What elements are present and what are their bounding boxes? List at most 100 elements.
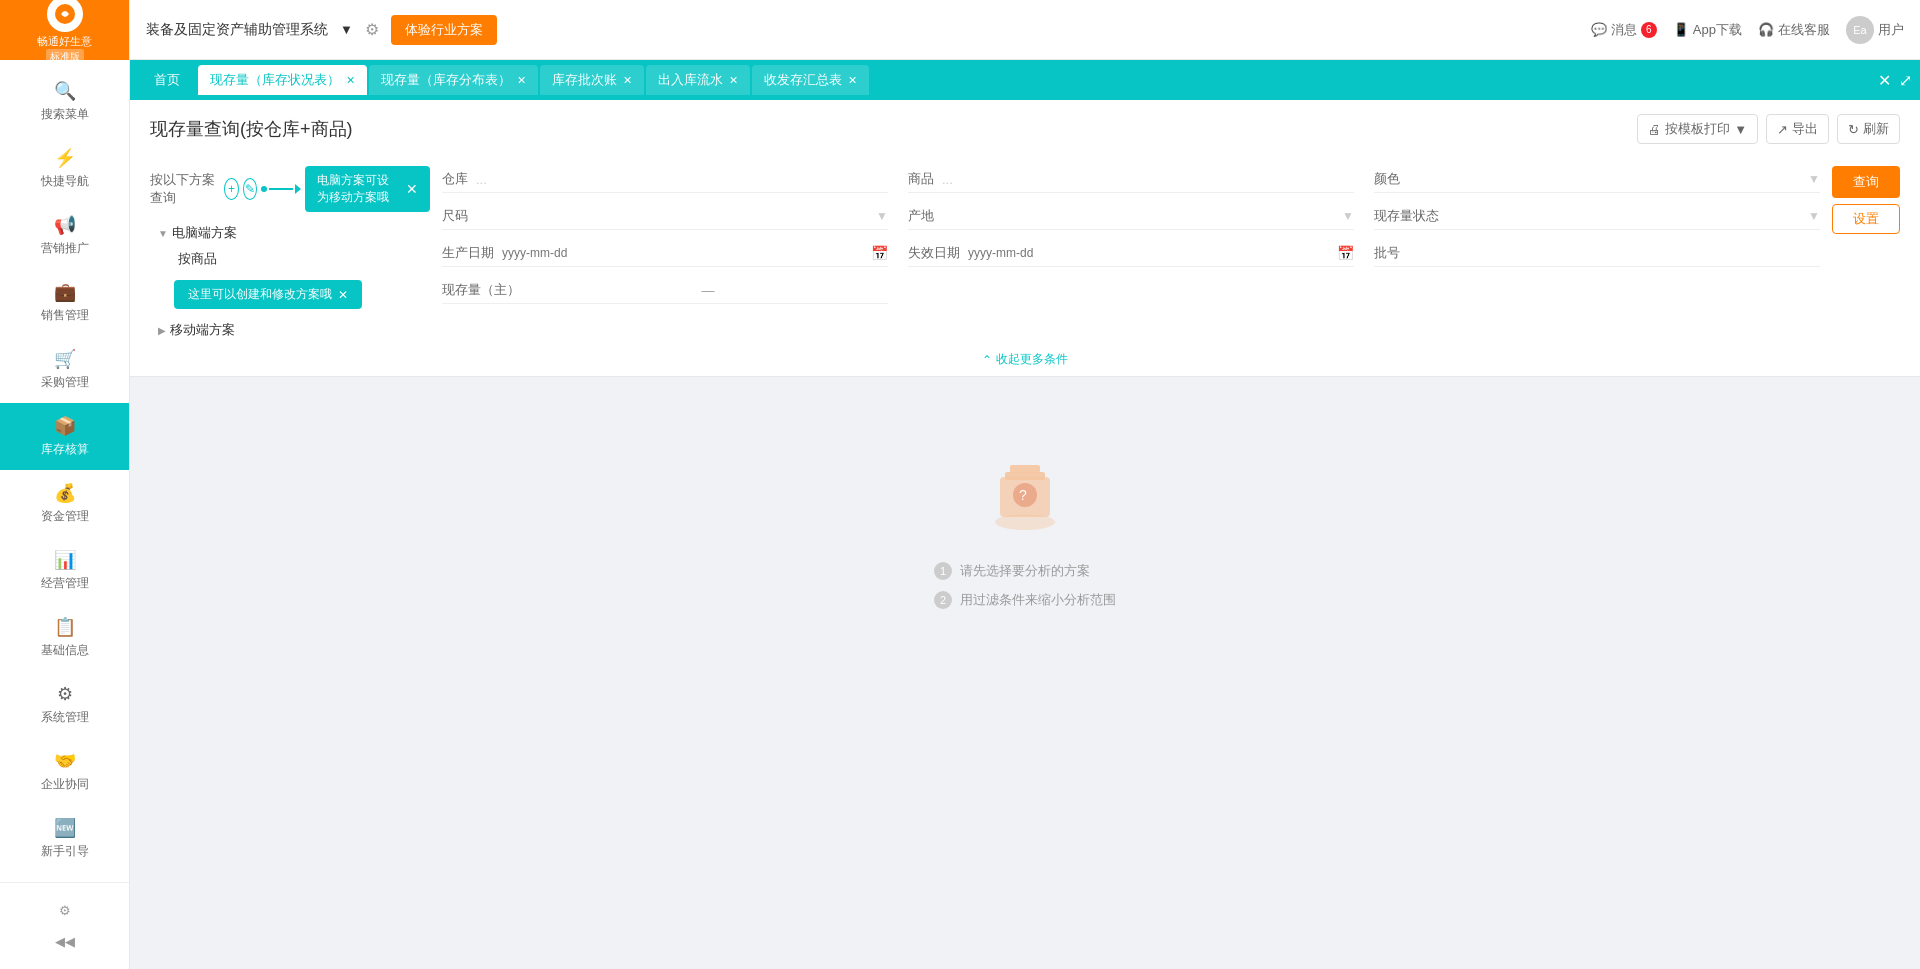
user-item[interactable]: Ea 用户 [1846, 16, 1904, 44]
print-button[interactable]: 🖨 按模板打印 ▼ [1637, 114, 1758, 144]
size-label: 尺码 [442, 207, 468, 225]
sidebar-item-guide[interactable]: 🆕 新手引导 [0, 805, 129, 872]
tip-text-1: 请先选择要分析的方案 [960, 557, 1090, 586]
tab-batch[interactable]: 库存批次账 ✕ [540, 65, 644, 95]
edit-scheme-button[interactable]: ✎ [243, 178, 257, 200]
mobile-scheme-item[interactable]: ▶ 移动端方案 [158, 317, 430, 343]
tab-close-inventory-status[interactable]: ✕ [346, 74, 355, 87]
sidebar-item-finance[interactable]: 💰 资金管理 [0, 470, 129, 537]
production-date-calendar-icon[interactable]: 📅 [871, 245, 888, 261]
online-service-label: 在线客服 [1778, 21, 1830, 39]
tab-maximize-button[interactable]: ⤢ [1899, 71, 1912, 90]
sidebar-label-system: 系统管理 [41, 709, 89, 726]
sidebar-item-system[interactable]: ⚙ 系统管理 [0, 671, 129, 738]
filter-scheme-header: 按以下方案查询 + ✎ 电脑方案可设为移动方案哦 [150, 166, 430, 212]
batch-input[interactable] [1408, 246, 1820, 260]
sidebar-item-inventory[interactable]: 📦 库存核算 [0, 403, 129, 470]
filter-production-date: 生产日期 📅 [442, 240, 888, 267]
desktop-scheme-item[interactable]: ▼ 电脑端方案 [158, 220, 430, 246]
tab-close-batch[interactable]: ✕ [623, 74, 632, 87]
expiry-date-input[interactable] [968, 246, 1329, 260]
filter-label: 按以下方案查询 [150, 171, 216, 207]
page-title-row: 现存量查询(按仓库+商品) 🖨 按模板打印 ▼ ↗ 导出 ↻ [130, 100, 1920, 154]
sidebar-item-purchase[interactable]: 🛒 采购管理 [0, 336, 129, 403]
sidebar-item-basic[interactable]: 📋 基础信息 [0, 604, 129, 671]
origin-arrow-icon: ▼ [1342, 209, 1354, 223]
sidebar-label-basic: 基础信息 [41, 642, 89, 659]
sidebar-item-quick[interactable]: ⚡ 快捷导航 [0, 135, 129, 202]
sales-icon: 💼 [54, 281, 76, 303]
origin-label: 产地 [908, 207, 934, 225]
sidebar-item-operations[interactable]: 📊 经营管理 [0, 537, 129, 604]
warehouse-placeholder: ... [476, 172, 487, 187]
collapse-bar[interactable]: ⌃ 收起更多条件 [130, 343, 1920, 376]
create-tooltip-text: 这里可以创建和修改方案哦 [188, 286, 332, 303]
tab-inventory-status[interactable]: 现存量（库存状况表） ✕ [198, 65, 367, 95]
tab-label-flow: 出入库流水 [658, 71, 723, 89]
create-scheme-tooltip: 这里可以创建和修改方案哦 ✕ [174, 280, 362, 309]
sidebar-item-marketing[interactable]: 📢 营销推广 [0, 202, 129, 269]
stock-qty-to[interactable] [723, 283, 889, 297]
logo-icon [47, 0, 83, 32]
query-buttons: 查询 设置 [1832, 166, 1900, 234]
tab-flow[interactable]: 出入库流水 ✕ [646, 65, 750, 95]
tree-item-goods[interactable]: 按商品 [178, 246, 430, 272]
inventory-icon: 📦 [54, 415, 76, 437]
size-arrow-icon: ▼ [876, 209, 888, 223]
desktop-scheme-label: 电脑端方案 [172, 224, 237, 242]
add-scheme-button[interactable]: + [224, 178, 238, 200]
filter-stock-qty: 现存量（主） — [442, 277, 888, 304]
query-button[interactable]: 查询 [1832, 166, 1900, 198]
svg-text:?: ? [1019, 487, 1027, 503]
tab-close-flow[interactable]: ✕ [729, 74, 738, 87]
tab-summary[interactable]: 收发存汇总表 ✕ [752, 65, 869, 95]
app-download-item[interactable]: 📱 App下载 [1673, 21, 1742, 39]
tooltip-close-button[interactable]: ✕ [406, 181, 418, 197]
stock-qty-from[interactable] [528, 283, 694, 297]
create-tooltip-close-button[interactable]: ✕ [338, 288, 348, 302]
export-icon: ↗ [1777, 122, 1788, 137]
tree-children: 按商品 [178, 246, 430, 272]
svg-rect-4 [1010, 465, 1040, 473]
message-item[interactable]: 💬 消息 6 [1591, 21, 1657, 39]
tip-num-1: 1 [934, 562, 952, 580]
scheme-tooltip: 电脑方案可设为移动方案哦 ✕ [305, 166, 430, 212]
header-settings-icon[interactable]: ⚙ [365, 20, 379, 39]
purchase-icon: 🛒 [54, 348, 76, 370]
tab-home[interactable]: 首页 [138, 65, 196, 95]
sidebar-bottom-collapse[interactable]: ◀◀ [0, 926, 129, 957]
sidebar-item-search[interactable]: 🔍 搜索菜单 [0, 68, 129, 135]
sidebar-bottom-settings[interactable]: ⚙ [0, 895, 129, 926]
production-date-input[interactable] [502, 246, 863, 260]
refresh-label: 刷新 [1863, 120, 1889, 138]
system-select[interactable]: ▼ [340, 22, 353, 37]
sidebar-label-purchase: 采购管理 [41, 374, 89, 391]
enterprise-icon: 🤝 [54, 750, 76, 772]
refresh-button[interactable]: ↻ 刷新 [1837, 114, 1900, 144]
message-badge: 6 [1641, 22, 1657, 38]
main-content: 装备及固定资产辅助管理系统 ▼ ⚙ 体验行业方案 💬 消息 6 📱 App下载 [130, 0, 1920, 969]
export-button[interactable]: ↗ 导出 [1766, 114, 1829, 144]
create-tooltip-wrapper: 这里可以创建和修改方案哦 ✕ [158, 276, 430, 309]
empty-tip-1: 1 请先选择要分析的方案 [934, 557, 1116, 586]
sidebar-item-sales[interactable]: 💼 销售管理 [0, 269, 129, 336]
filter-product: 商品 ... [908, 166, 1354, 193]
online-service-item[interactable]: 🎧 在线客服 [1758, 21, 1830, 39]
finance-icon: 💰 [54, 482, 76, 504]
mobile-scheme-label: 移动端方案 [170, 321, 235, 339]
filter-origin: 产地 ▼ [908, 203, 1354, 230]
tab-close-summary[interactable]: ✕ [848, 74, 857, 87]
tab-close-all-button[interactable]: ✕ [1878, 71, 1891, 90]
stock-qty-label: 现存量（主） [442, 281, 520, 299]
filter-panel: 现存量查询(按仓库+商品) 🖨 按模板打印 ▼ ↗ 导出 ↻ [130, 100, 1920, 377]
tip-num-2: 2 [934, 591, 952, 609]
tab-close-inventory-distribution[interactable]: ✕ [517, 74, 526, 87]
sidebar-item-enterprise[interactable]: 🤝 企业协同 [0, 738, 129, 805]
tab-inventory-distribution[interactable]: 现存量（库存分布表） ✕ [369, 65, 538, 95]
filter-header-section: 按以下方案查询 + ✎ 电脑方案可设为移动方案哦 [130, 166, 1920, 343]
top-header: 装备及固定资产辅助管理系统 ▼ ⚙ 体验行业方案 💬 消息 6 📱 App下载 [130, 0, 1920, 60]
expiry-date-calendar-icon[interactable]: 📅 [1337, 245, 1354, 261]
industry-button[interactable]: 体验行业方案 [391, 15, 497, 45]
reset-button[interactable]: 设置 [1832, 204, 1900, 234]
sidebar-nav: 🔍 搜索菜单 ⚡ 快捷导航 📢 营销推广 💼 销售管理 🛒 采购管理 📦 [0, 60, 129, 882]
